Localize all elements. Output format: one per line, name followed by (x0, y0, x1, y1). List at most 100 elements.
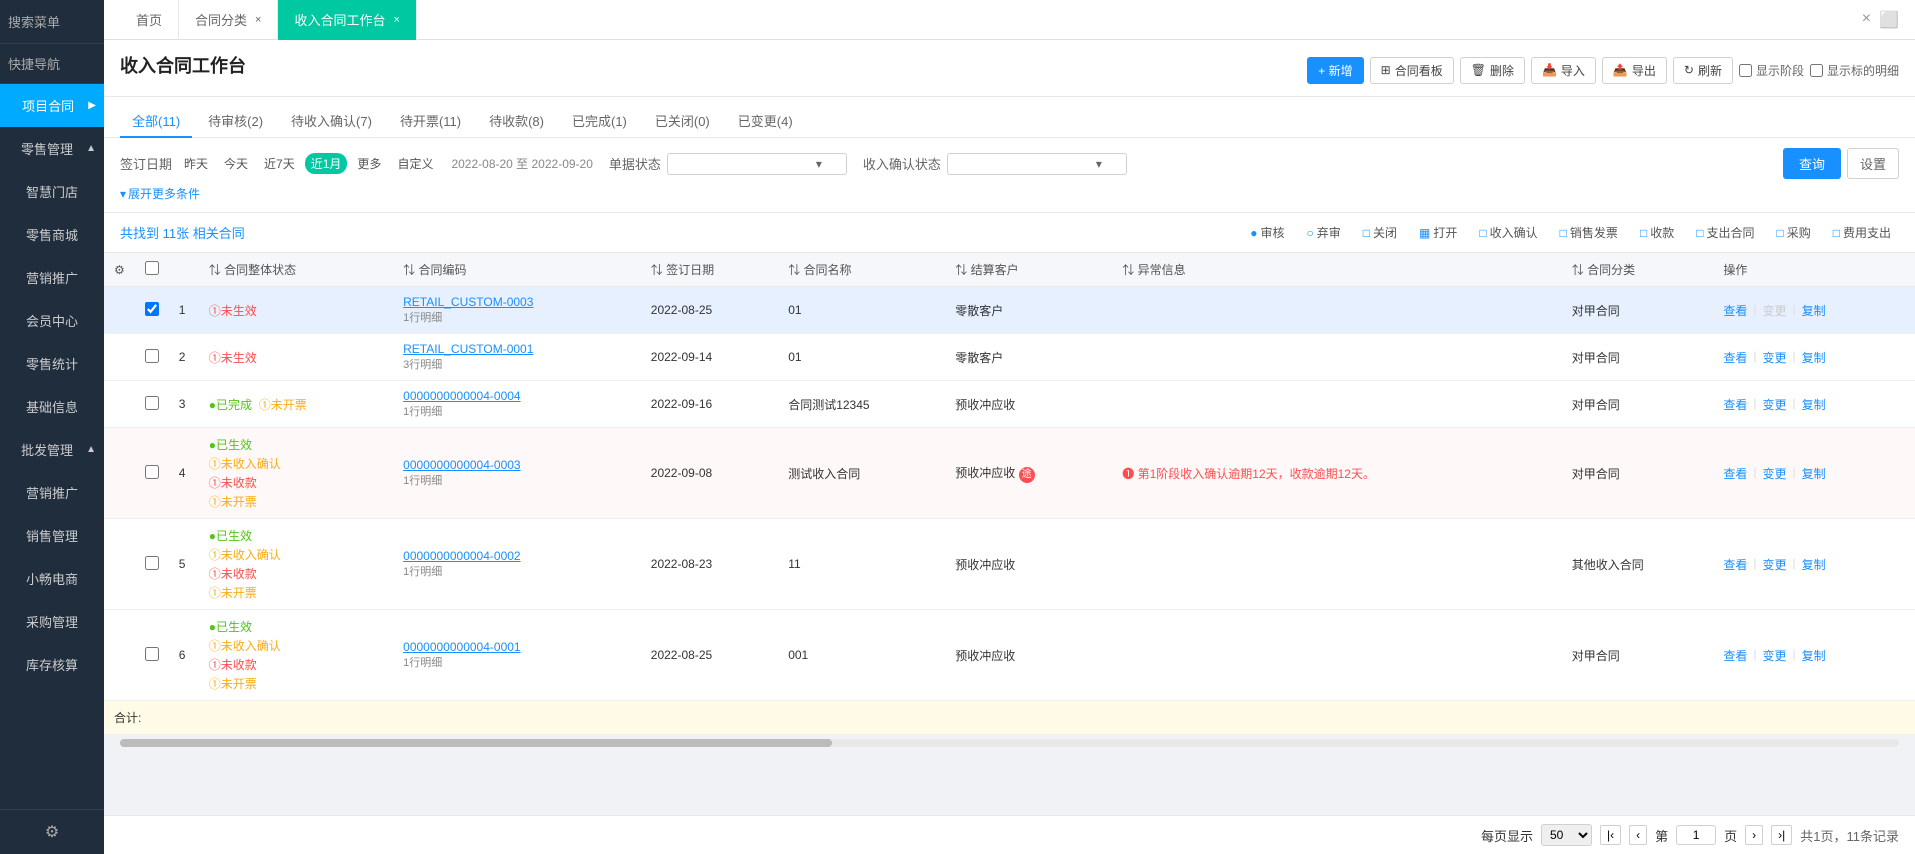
sidebar-item-xiaochang-ecommerce[interactable]: 小畅电商 (0, 557, 104, 600)
show-segments-checkbox[interactable]: 显示阶段 (1739, 62, 1804, 79)
new-button[interactable]: + 新增 (1307, 57, 1363, 84)
review-action-button[interactable]: ● 审核 (1242, 221, 1292, 244)
settings-icon[interactable]: ⚙ (114, 263, 125, 277)
sort-icon-date[interactable]: ⇅ (651, 263, 663, 277)
close-tab-contract-category[interactable]: × (255, 14, 261, 26)
row-checkbox-1[interactable] (145, 302, 159, 316)
setting-button[interactable]: 设置 (1847, 148, 1899, 179)
sort-icon-category[interactable]: ⇅ (1572, 263, 1584, 277)
expense-action-button[interactable]: □ 费用支出 (1825, 221, 1899, 244)
sidebar-item-sales-marketing[interactable]: 营销推广 (0, 471, 104, 514)
print-action-button[interactable]: ▦ 打开 (1411, 221, 1465, 244)
sidebar-item-sales-management[interactable]: 销售管理 (0, 514, 104, 557)
search-button[interactable]: 查询 (1783, 148, 1841, 179)
sidebar-quick-nav[interactable]: 快捷导航 (0, 44, 104, 84)
horizontal-scrollbar[interactable] (120, 739, 1899, 747)
contract-code-link-2[interactable]: RETAIL_CUSTOM-0001 (403, 342, 533, 356)
contract-code-link-4[interactable]: 0000000000004-0003 (403, 458, 520, 472)
page-number-input[interactable] (1676, 825, 1716, 845)
sidebar-item-basic-info[interactable]: 基础信息 (0, 385, 104, 428)
receive-action-button[interactable]: □ 收款 (1632, 221, 1682, 244)
date-opt-last7days[interactable]: 近7天 (258, 153, 301, 174)
prev-page-button[interactable]: ‹ (1629, 825, 1647, 845)
contract-code-link-5[interactable]: 0000000000004-0002 (403, 549, 520, 563)
copy-link-2[interactable]: 复制 (1802, 349, 1826, 366)
filter-tab-completed[interactable]: 已完成(1) (560, 105, 639, 138)
sidebar-item-marketing[interactable]: 营销推广 (0, 256, 104, 299)
doc-status-select[interactable]: ▾ (667, 153, 847, 175)
row-checkbox-2[interactable] (145, 349, 159, 363)
view-link-2[interactable]: 查看 (1723, 349, 1747, 366)
income-confirm-action-button[interactable]: □ 收入确认 (1471, 221, 1545, 244)
export-button[interactable]: 📤 导出 (1602, 57, 1667, 84)
view-link-1[interactable]: 查看 (1723, 302, 1747, 319)
close-action-button[interactable]: □ 关闭 (1355, 221, 1405, 244)
sidebar-item-retail-commerce[interactable]: 零售商城 (0, 213, 104, 256)
date-opt-today[interactable]: 今天 (218, 153, 254, 174)
filter-tab-pending-payment[interactable]: 待收款(8) (477, 105, 556, 138)
sidebar-item-retail-management[interactable]: 零售管理 ▲ (0, 127, 104, 170)
filter-tab-all[interactable]: 全部(11) (120, 105, 192, 138)
maximize-window-icon[interactable]: ⬜ (1879, 10, 1899, 30)
row-checkbox-6[interactable] (145, 647, 159, 661)
change-link-4[interactable]: 变更 (1763, 465, 1787, 482)
select-all-checkbox[interactable] (145, 261, 159, 275)
sidebar-item-inventory-settlement[interactable]: 库存核算 (0, 643, 104, 686)
copy-link-4[interactable]: 复制 (1802, 465, 1826, 482)
contract-code-link-3[interactable]: 0000000000004-0004 (403, 389, 520, 403)
horizontal-scrollbar-thumb[interactable] (120, 739, 832, 747)
close-window-icon[interactable]: × (1862, 10, 1871, 30)
tab-contract-category[interactable]: 合同分类 × (179, 0, 278, 40)
abandon-action-button[interactable]: ○ 弃审 (1299, 221, 1349, 244)
sidebar-item-wholesale-management[interactable]: 批发管理 ▲ (0, 428, 104, 471)
import-button[interactable]: 📥 导入 (1531, 57, 1596, 84)
sidebar-item-smart-store[interactable]: 智慧门店 (0, 170, 104, 213)
sidebar-search[interactable]: 搜索菜单 (0, 0, 104, 44)
last-page-button[interactable]: ›| (1771, 825, 1792, 845)
row-checkbox-5[interactable] (145, 556, 159, 570)
sidebar-item-project-contract[interactable]: 项目合同 ▶ (0, 84, 104, 127)
copy-link-1[interactable]: 复制 (1802, 302, 1826, 319)
copy-link-5[interactable]: 复制 (1802, 556, 1826, 573)
contract-code-link-1[interactable]: RETAIL_CUSTOM-0003 (403, 295, 533, 309)
next-page-button[interactable]: › (1745, 825, 1763, 845)
sort-icon-code[interactable]: ⇅ (403, 263, 415, 277)
sort-icon-error[interactable]: ⇅ (1122, 263, 1134, 277)
change-link-6[interactable]: 变更 (1763, 647, 1787, 664)
view-link-3[interactable]: 查看 (1723, 396, 1747, 413)
date-opt-yesterday[interactable]: 昨天 (178, 153, 214, 174)
income-confirm-status-select[interactable]: ▾ (947, 153, 1127, 175)
change-link-5[interactable]: 变更 (1763, 556, 1787, 573)
sort-icon[interactable]: ⇅ (209, 263, 221, 277)
tab-income-contract[interactable]: 收入合同工作台 × (278, 0, 416, 40)
copy-link-3[interactable]: 复制 (1802, 396, 1826, 413)
close-tab-income-contract[interactable]: × (393, 14, 399, 26)
first-page-button[interactable]: |‹ (1600, 825, 1621, 845)
expense-out-action-button[interactable]: □ 支出合同 (1688, 221, 1762, 244)
view-link-6[interactable]: 查看 (1723, 647, 1747, 664)
view-link-4[interactable]: 查看 (1723, 465, 1747, 482)
filter-tab-changed[interactable]: 已变更(4) (726, 105, 805, 138)
filter-tab-pending-income-confirm[interactable]: 待收入确认(7) (279, 105, 384, 138)
date-opt-last1month[interactable]: 近1月 (305, 153, 348, 174)
sidebar-item-purchase-management[interactable]: 采购管理 (0, 600, 104, 643)
purchase-action-button[interactable]: □ 采购 (1768, 221, 1818, 244)
page-size-select[interactable]: 50 10 20 100 (1541, 824, 1592, 846)
refresh-button[interactable]: ↻ 刷新 (1673, 57, 1733, 84)
row-checkbox-3[interactable] (145, 396, 159, 410)
view-link-5[interactable]: 查看 (1723, 556, 1747, 573)
filter-tab-closed[interactable]: 已关闭(0) (643, 105, 722, 138)
tab-home[interactable]: 首页 (120, 0, 179, 40)
date-opt-custom[interactable]: 自定义 (391, 153, 439, 174)
show-marks-checkbox[interactable]: 显示标的明细 (1810, 62, 1899, 79)
sidebar-gear-button[interactable]: ⚙ (0, 809, 104, 854)
filter-tab-pending-invoice[interactable]: 待开票(11) (388, 105, 473, 138)
sort-icon-customer[interactable]: ⇅ (955, 263, 967, 277)
sales-invoice-action-button[interactable]: □ 销售发票 (1552, 221, 1626, 244)
copy-link-6[interactable]: 复制 (1802, 647, 1826, 664)
filter-tab-pending-review[interactable]: 待审核(2) (196, 105, 275, 138)
date-opt-more[interactable]: 更多 (351, 153, 387, 174)
delete-button[interactable]: 🗑 删除 (1460, 57, 1525, 84)
col-settings[interactable]: ⚙ (104, 253, 135, 287)
change-link-3[interactable]: 变更 (1763, 396, 1787, 413)
